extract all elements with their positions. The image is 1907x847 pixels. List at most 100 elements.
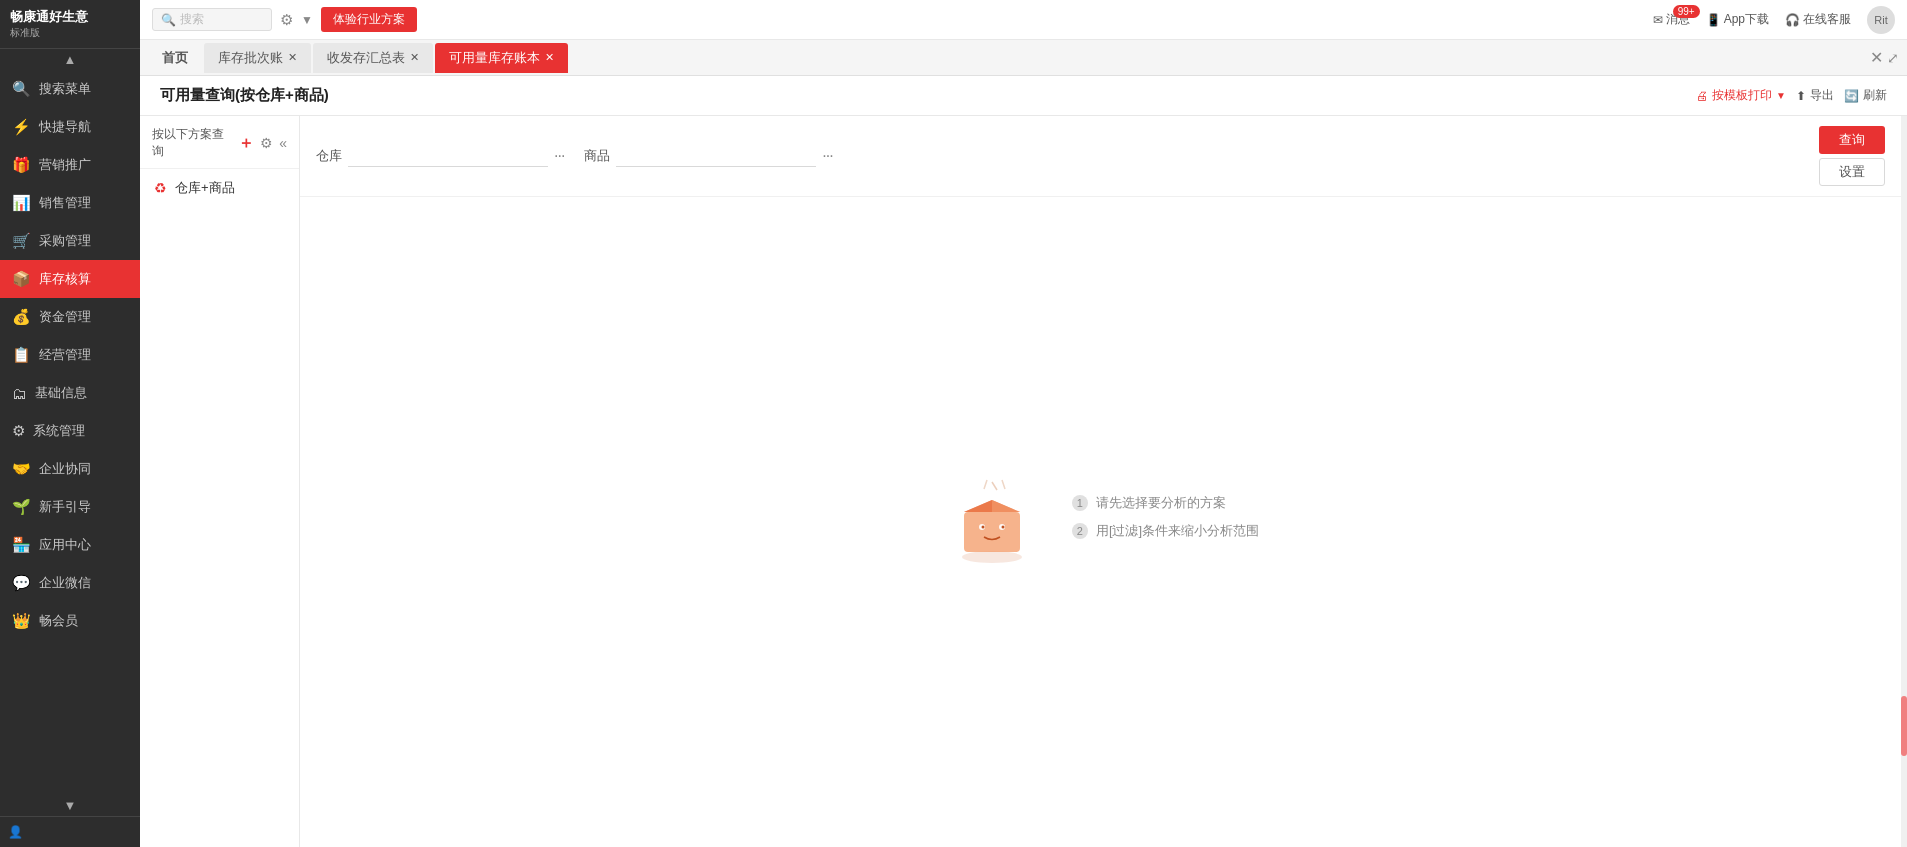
- sidebar-item-enterprise[interactable]: 🤝 企业协同: [0, 450, 140, 488]
- sidebar-bottom: 👤: [0, 816, 140, 847]
- tabs-right-controls: ✕ ⤢: [1870, 48, 1899, 67]
- topbar: 🔍 搜索 ⚙ ▼ 体验行业方案 ✉ 消息 99+ 📱 App下载 🎧 在线客服 …: [140, 0, 1907, 40]
- tab-receive-summary-close[interactable]: ✕: [410, 51, 419, 64]
- sidebar-label-search: 搜索菜单: [39, 80, 91, 98]
- topbar-search-box[interactable]: 🔍 搜索: [152, 8, 272, 31]
- user-avatar-topbar[interactable]: Rit: [1867, 6, 1895, 34]
- topbar-search-icon: 🔍: [161, 13, 176, 27]
- purchase-icon: 🛒: [12, 232, 31, 250]
- sidebar-item-quick-nav[interactable]: ⚡ 快捷导航: [0, 108, 140, 146]
- marketing-icon: 🎁: [12, 156, 31, 174]
- refresh-button[interactable]: 🔄 刷新: [1844, 87, 1887, 104]
- export-button[interactable]: ⬆ 导出: [1796, 87, 1834, 104]
- industry-solution-button[interactable]: 体验行业方案: [321, 7, 417, 32]
- message-button[interactable]: ✉ 消息 99+: [1653, 11, 1690, 28]
- step-2-num: 2: [1072, 523, 1088, 539]
- online-service-link[interactable]: 🎧 在线客服: [1785, 11, 1851, 28]
- operation-icon: 📋: [12, 346, 31, 364]
- right-scrollbar[interactable]: [1901, 116, 1907, 847]
- sidebar-label-appstore: 应用中心: [39, 536, 91, 554]
- sidebar-item-member[interactable]: 👑 畅会员: [0, 602, 140, 640]
- query-panel: 仓库 ··· 商品 ··· 查询 设置: [300, 116, 1901, 847]
- sidebar-logo: 畅康通好生意 标准版: [0, 0, 140, 49]
- search-icon: 🔍: [12, 80, 31, 98]
- tab-batch-ledger[interactable]: 库存批次账 ✕: [204, 43, 311, 73]
- sidebar-item-wechat[interactable]: 💬 企业微信: [0, 564, 140, 602]
- query-button[interactable]: 查询: [1819, 126, 1885, 154]
- tab-receive-summary[interactable]: 收发存汇总表 ✕: [313, 43, 433, 73]
- empty-step-2: 2 用[过滤]条件来缩小分析范围: [1072, 522, 1259, 540]
- step-2-text: 用[过滤]条件来缩小分析范围: [1096, 522, 1259, 540]
- sidebar-label-member: 畅会员: [39, 612, 78, 630]
- svg-line-6: [992, 482, 997, 490]
- scheme-header: 按以下方案查询 ＋ ⚙ «: [140, 116, 299, 169]
- logo-title: 畅康通好生意: [10, 8, 130, 26]
- sidebar-item-system[interactable]: ⚙ 系统管理: [0, 412, 140, 450]
- scheme-warehouse-goods-label: 仓库+商品: [175, 179, 235, 197]
- template-print-button[interactable]: 🖨 按模板打印 ▼: [1696, 87, 1786, 104]
- export-icon: ⬆: [1796, 89, 1806, 103]
- warehouse-ellipsis-button[interactable]: ···: [554, 147, 564, 165]
- warehouse-filter-label: 仓库: [316, 147, 342, 165]
- sidebar-item-purchase[interactable]: 🛒 采购管理: [0, 222, 140, 260]
- sidebar-item-newbie[interactable]: 🌱 新手引导: [0, 488, 140, 526]
- sidebar-label-newbie: 新手引导: [39, 498, 91, 516]
- sidebar-item-finance[interactable]: 💰 资金管理: [0, 298, 140, 336]
- quick-nav-icon: ⚡: [12, 118, 31, 136]
- tab-home[interactable]: 首页: [148, 43, 202, 73]
- step-1-num: 1: [1072, 495, 1088, 511]
- sidebar-item-inventory[interactable]: 📦 库存核算: [0, 260, 140, 298]
- tab-receive-summary-label: 收发存汇总表: [327, 49, 405, 67]
- tab-available-ledger[interactable]: 可用量库存账本 ✕: [435, 43, 568, 73]
- app-download-link[interactable]: 📱 App下载: [1706, 11, 1769, 28]
- sidebar-item-appstore[interactable]: 🏪 应用中心: [0, 526, 140, 564]
- scheme-item-warehouse-goods[interactable]: ♻ 仓库+商品: [140, 169, 299, 207]
- goods-filter-input[interactable]: [616, 145, 816, 167]
- scheme-title: 按以下方案查询: [152, 126, 232, 160]
- sidebar-scroll-up[interactable]: ▲: [0, 49, 140, 70]
- export-label: 导出: [1810, 87, 1834, 104]
- message-icon: ✉: [1653, 13, 1663, 27]
- step-1-text: 请先选择要分析的方案: [1096, 494, 1226, 512]
- appstore-icon: 🏪: [12, 536, 31, 554]
- sidebar-item-operation[interactable]: 📋 经营管理: [0, 336, 140, 374]
- logo-sub: 标准版: [10, 26, 130, 40]
- member-icon: 👑: [12, 612, 31, 630]
- topbar-dropdown-arrow[interactable]: ▼: [301, 13, 313, 27]
- scheme-add-button[interactable]: ＋: [238, 133, 254, 154]
- warehouse-filter-input[interactable]: [348, 145, 548, 167]
- sidebar-label-system: 系统管理: [33, 422, 85, 440]
- tab-batch-ledger-close[interactable]: ✕: [288, 51, 297, 64]
- tabs-close-all-button[interactable]: ✕: [1870, 48, 1883, 67]
- sidebar-label-sales: 销售管理: [39, 194, 91, 212]
- finance-icon: 💰: [12, 308, 31, 326]
- sidebar-item-marketing[interactable]: 🎁 营销推广: [0, 146, 140, 184]
- service-icon: 🎧: [1785, 13, 1800, 27]
- page-title: 可用量查询(按仓库+商品): [160, 86, 1696, 105]
- service-label: 在线客服: [1803, 11, 1851, 28]
- topbar-right: ✉ 消息 99+ 📱 App下载 🎧 在线客服 Rit: [1653, 6, 1895, 34]
- sidebar-label-inventory: 库存核算: [39, 270, 91, 288]
- sidebar-item-basic[interactable]: 🗂 基础信息: [0, 374, 140, 412]
- scheme-collapse-button[interactable]: «: [279, 135, 287, 151]
- goods-ellipsis-button[interactable]: ···: [822, 147, 832, 165]
- sidebar-scroll-down[interactable]: ▼: [0, 795, 140, 816]
- svg-line-8: [984, 480, 987, 489]
- scheme-settings-button[interactable]: ⚙: [260, 135, 273, 151]
- topbar-gear-icon[interactable]: ⚙: [280, 11, 293, 29]
- sidebar-label-wechat: 企业微信: [39, 574, 91, 592]
- filter-goods: 商品 ···: [584, 145, 832, 167]
- empty-text: 1 请先选择要分析的方案 2 用[过滤]条件来缩小分析范围: [1072, 494, 1259, 550]
- svg-line-7: [1002, 480, 1005, 489]
- main-area: 🔍 搜索 ⚙ ▼ 体验行业方案 ✉ 消息 99+ 📱 App下载 🎧 在线客服 …: [140, 0, 1907, 847]
- sidebar-item-sales[interactable]: 📊 销售管理: [0, 184, 140, 222]
- tabs-expand-button[interactable]: ⤢: [1887, 50, 1899, 66]
- tab-available-ledger-close[interactable]: ✕: [545, 51, 554, 64]
- settings-button[interactable]: 设置: [1819, 158, 1885, 186]
- filter-warehouse: 仓库 ···: [316, 145, 564, 167]
- scrollbar-thumb[interactable]: [1901, 696, 1907, 756]
- sidebar-item-search[interactable]: 🔍 搜索菜单: [0, 70, 140, 108]
- print-dropdown-icon[interactable]: ▼: [1776, 90, 1786, 101]
- content-area: 按以下方案查询 ＋ ⚙ « ♻ 仓库+商品 仓库 ··· 商品: [140, 116, 1907, 847]
- sidebar-label-purchase: 采购管理: [39, 232, 91, 250]
